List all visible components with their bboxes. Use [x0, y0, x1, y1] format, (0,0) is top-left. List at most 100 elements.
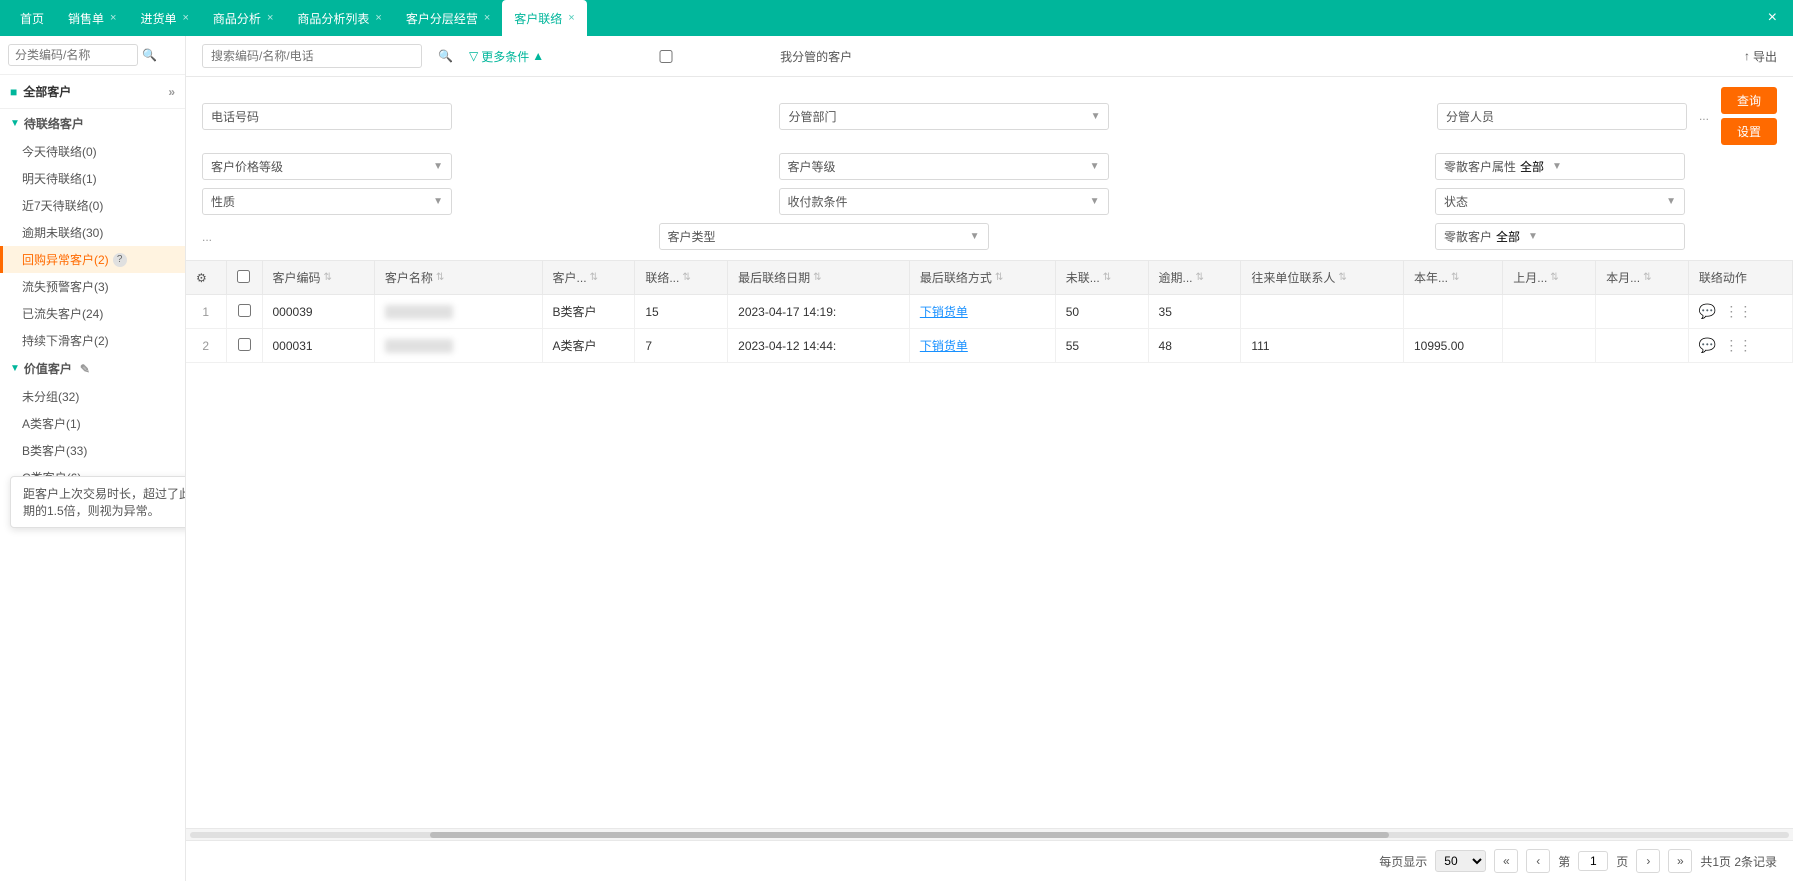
sidebar-item-continuous-down[interactable]: 持续下滑客户(2) [0, 327, 185, 354]
my-customers-check[interactable] [556, 50, 776, 63]
close-all-tabs-button[interactable]: × [1768, 9, 1777, 27]
nav-item-customer-contact[interactable]: 客户联络 × [502, 0, 586, 36]
last-contact-method-cell[interactable]: 下销货单 [909, 295, 1055, 329]
sidebar-item-today[interactable]: 今天待联络(0) [0, 138, 185, 165]
sort-icon[interactable]: ⇅ [813, 272, 821, 283]
col-label: 上月... [1513, 269, 1547, 286]
filter-department[interactable]: 分管部门 ▼ [779, 103, 1109, 130]
filter-manager[interactable]: 分管人员 [1437, 103, 1687, 130]
close-icon[interactable]: × [182, 12, 188, 24]
sort-icon[interactable]: ⇅ [995, 272, 1003, 283]
th-customer-name: 客户名称 ⇅ [374, 261, 542, 295]
sidebar-item-lost-predicted[interactable]: 流失预警客户(3) [0, 273, 185, 300]
filter-payment-terms[interactable]: 收付款条件 ▼ [779, 188, 1109, 215]
chevron-down-icon: ▼ [1528, 231, 1538, 242]
sidebar-item-b-class[interactable]: B类客户(33) [0, 437, 185, 464]
next-page-button[interactable]: › [1636, 849, 1660, 873]
nav-item-customer-tiers[interactable]: 客户分层经营 × [394, 0, 502, 36]
sort-icon[interactable]: ⇅ [1103, 272, 1111, 283]
sort-icon[interactable]: ⇅ [324, 272, 332, 283]
filter-customer-level[interactable]: 客户等级 ▼ [779, 153, 1109, 180]
filter-row4-dots[interactable]: ... [202, 230, 212, 244]
settings-button[interactable]: 设置 [1721, 118, 1777, 145]
close-icon[interactable]: × [267, 12, 273, 24]
row-num: 2 [186, 329, 226, 363]
export-button[interactable]: ↑ 导出 [1744, 48, 1777, 65]
nav-item-home[interactable]: 首页 [8, 0, 56, 36]
filter-customer-type[interactable]: 客户类型 ▼ [659, 223, 989, 250]
nav-item-product-list[interactable]: 商品分析列表 × [285, 0, 393, 36]
filter-search-button[interactable]: 🔍 [434, 45, 457, 67]
close-icon[interactable]: × [110, 12, 116, 24]
top-navigation: 首页 销售单 × 进货单 × 商品分析 × 商品分析列表 × 客户分层经营 × … [0, 0, 1793, 36]
filter-scatter-attribute[interactable]: 零散客户属性 全部 ▼ [1435, 153, 1685, 180]
info-icon[interactable]: ? [113, 253, 127, 267]
sidebar-search-button[interactable]: 🔍 [142, 48, 157, 62]
query-button[interactable]: 查询 [1721, 87, 1777, 114]
filter-phone[interactable]: 电话号码 [202, 103, 452, 130]
sidebar-item-overdue[interactable]: 逾期未联络(30) [0, 219, 185, 246]
sidebar-item-tomorrow[interactable]: 明天待联络(1) [0, 165, 185, 192]
prev-page-button[interactable]: ‹ [1526, 849, 1550, 873]
filter-scatter-customers[interactable]: 零散客户 全部 ▼ [1435, 223, 1685, 250]
col-label: 客户名称 [385, 269, 433, 286]
sidebar-item-already-lost[interactable]: 已流失客户(24) [0, 300, 185, 327]
sort-icon[interactable]: ⇅ [1338, 272, 1346, 283]
close-icon[interactable]: × [484, 12, 490, 24]
contact-method-link[interactable]: 下销货单 [920, 339, 968, 353]
sort-icon[interactable]: ⇅ [1451, 272, 1459, 283]
sort-icon[interactable]: ⇅ [590, 272, 598, 283]
sidebar-pending-group-title[interactable]: ▼ 待联络客户 [0, 109, 185, 138]
sidebar-collapse-icon[interactable]: » [168, 85, 175, 99]
filter-nature[interactable]: 性质 ▼ [202, 188, 452, 215]
chat-icon[interactable]: 💬 [1699, 303, 1716, 320]
select-all-checkbox[interactable] [237, 270, 250, 283]
row-checkbox[interactable] [238, 338, 251, 351]
col-label: 未联... [1066, 269, 1100, 286]
sort-icon[interactable]: ⇅ [1550, 272, 1558, 283]
nav-item-sales[interactable]: 销售单 × [56, 0, 128, 36]
filter-row-2: 客户价格等级 ▼ 客户等级 ▼ 零散客户属性 全部 ▼ [202, 153, 1777, 180]
filter-status[interactable]: 状态 ▼ [1435, 188, 1685, 215]
this-month-cell [1596, 295, 1689, 329]
sidebar-all-customers[interactable]: ■ 全部客户 » [0, 75, 185, 109]
pagination-bar: 每页显示 50 100 200 « ‹ 第 页 › » 共1页 2条记录 [186, 840, 1793, 881]
per-page-select[interactable]: 50 100 200 [1435, 850, 1486, 872]
last-contact-method-cell[interactable]: 下销货单 [909, 329, 1055, 363]
more-conditions-button[interactable]: ▽ 更多条件 ▲ [469, 48, 544, 65]
my-customers-checkbox[interactable]: 我分管的客户 [556, 48, 852, 65]
filter-price-level[interactable]: 客户价格等级 ▼ [202, 153, 452, 180]
contact-method-link[interactable]: 下销货单 [920, 305, 968, 319]
edit-icon[interactable]: ✎ [80, 362, 90, 376]
close-icon[interactable]: × [375, 12, 381, 24]
chevron-down-icon: ▼ [1666, 196, 1676, 207]
scrollbar-thumb[interactable] [430, 832, 1389, 838]
nav-item-purchase[interactable]: 进货单 × [128, 0, 200, 36]
more-icon[interactable]: ⋮⋮ [1724, 303, 1752, 320]
sidebar-item-7days[interactable]: 近7天待联络(0) [0, 192, 185, 219]
settings-icon[interactable]: ⚙ [196, 271, 207, 285]
row-checkbox[interactable] [238, 304, 251, 317]
sort-icon[interactable]: ⇅ [436, 272, 444, 283]
sort-icon[interactable]: ⇅ [1196, 272, 1204, 283]
sidebar-item-repurchase-abnormal[interactable]: 回购异常客户(2) ? [0, 246, 185, 273]
sidebar-search-input[interactable] [8, 44, 138, 66]
sort-icon[interactable]: ⇅ [1643, 272, 1651, 283]
more-icon[interactable]: ⋮⋮ [1724, 337, 1752, 354]
page-number-input[interactable] [1578, 851, 1608, 871]
sort-icon[interactable]: ⇅ [682, 272, 690, 283]
sidebar-item-ungrouped[interactable]: 未分组(32) [0, 383, 185, 410]
close-icon[interactable]: × [568, 12, 574, 24]
chat-icon[interactable]: 💬 [1699, 337, 1716, 354]
this-year-cell: 10995.00 [1403, 329, 1502, 363]
filter-dots[interactable]: ... [1699, 109, 1709, 123]
last-month-cell [1503, 329, 1596, 363]
sidebar-value-group-title[interactable]: ▼ 价值客户 ✎ [0, 354, 185, 383]
first-page-button[interactable]: « [1494, 849, 1518, 873]
sidebar-item-a-class[interactable]: A类客户(1) [0, 410, 185, 437]
search-input[interactable] [202, 44, 422, 68]
customer-code-cell: 000031 [262, 329, 374, 363]
last-page-button[interactable]: » [1668, 849, 1692, 873]
nav-item-product-analysis[interactable]: 商品分析 × [201, 0, 285, 36]
horizontal-scrollbar[interactable] [186, 828, 1793, 840]
